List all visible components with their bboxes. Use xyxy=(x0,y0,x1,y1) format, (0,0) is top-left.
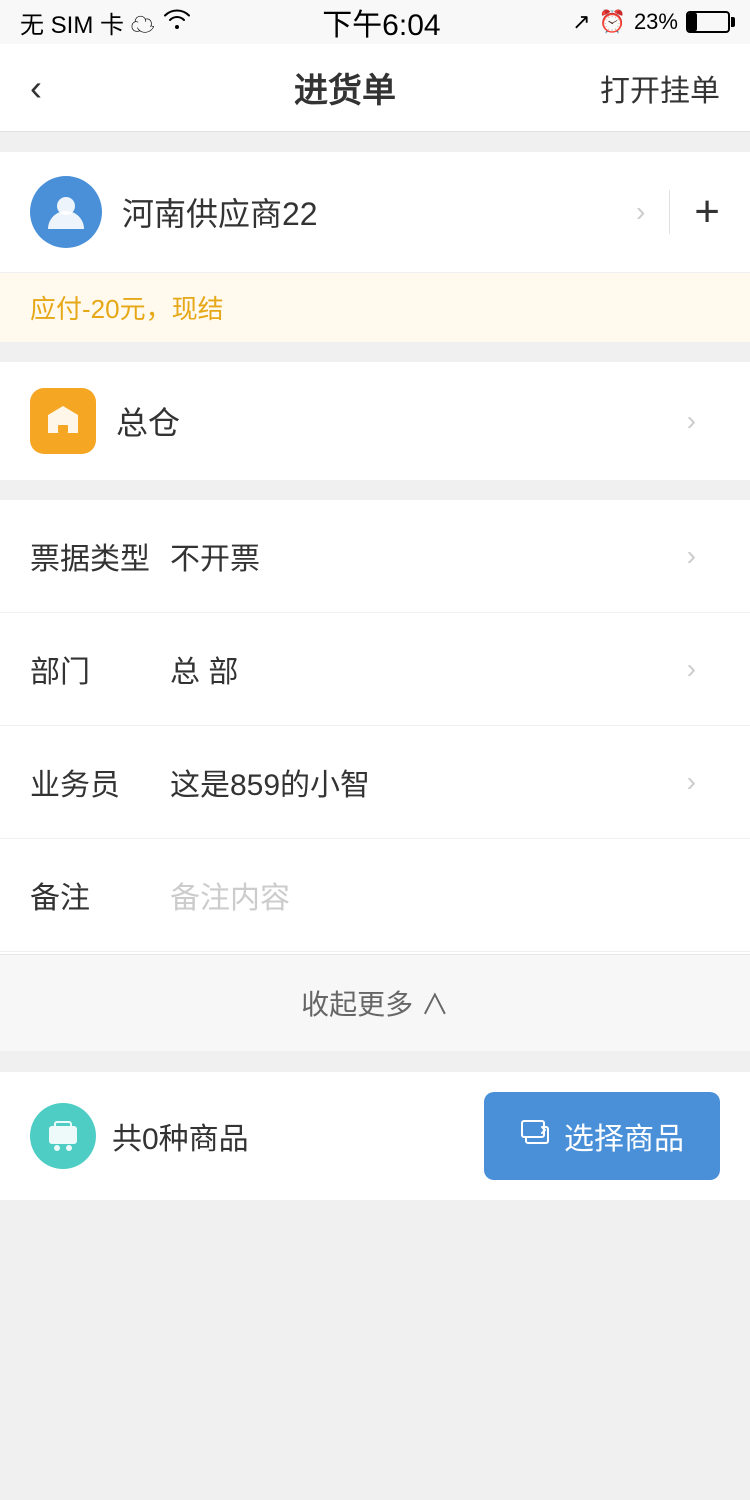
warehouse-icon xyxy=(30,388,96,454)
supplier-name: 河南供应商22 xyxy=(122,189,636,235)
supplier-row[interactable]: 河南供应商22 › + xyxy=(0,152,750,273)
supplier-avatar xyxy=(30,176,102,248)
invoice-type-label: 票据类型 xyxy=(30,534,170,578)
remark-input[interactable]: 备注内容 xyxy=(170,873,720,917)
warehouse-chevron-icon: › xyxy=(687,405,696,437)
remark-label: 备注 xyxy=(30,873,170,917)
notice-text: 应付-20元，现结 xyxy=(30,294,224,324)
page-background xyxy=(0,1200,750,1500)
warehouse-section: 总仓 › xyxy=(0,362,750,480)
salesperson-label: 业务员 xyxy=(30,760,170,804)
products-info: 共0种商品 xyxy=(30,1103,249,1169)
supplier-section: 河南供应商22 › + 应付-20元，现结 xyxy=(0,152,750,342)
salesperson-chevron-icon: › xyxy=(687,766,696,798)
status-bar: 无 SIM 卡 ☁ 下午6:04 ↗ ⏰ 23% xyxy=(0,0,750,44)
supplier-chevron-icon: › xyxy=(636,196,645,228)
divider xyxy=(669,190,670,234)
sim-status: 无 SIM 卡 ☁ xyxy=(20,5,155,40)
select-products-button[interactable]: 选择商品 xyxy=(484,1092,720,1180)
alarm-icon: ⏰ xyxy=(599,9,626,35)
collapse-button[interactable]: 收起更多 ∧ xyxy=(0,954,750,1051)
department-chevron-icon: › xyxy=(687,653,696,685)
salesperson-value: 这是859的小智 xyxy=(170,760,687,804)
status-left: 无 SIM 卡 ☁ xyxy=(20,5,191,40)
department-value: 总 部 xyxy=(170,647,687,691)
status-right: ↗ ⏰ 23% xyxy=(572,9,730,35)
nav-bar: ‹ 进货单 打开挂单 xyxy=(0,44,750,132)
battery-icon xyxy=(686,11,730,33)
bottom-bar: 共0种商品 选择商品 xyxy=(0,1071,750,1200)
warehouse-name: 总仓 xyxy=(116,398,687,444)
invoice-type-value: 不开票 xyxy=(170,534,687,578)
invoice-type-chevron-icon: › xyxy=(687,540,696,572)
product-cart-icon xyxy=(30,1103,96,1169)
page-title: 进货单 xyxy=(294,63,396,112)
department-label: 部门 xyxy=(30,647,170,691)
form-section: 票据类型 不开票 › 部门 总 部 › 业务员 这是859的小智 › 备注 备注… xyxy=(0,500,750,1051)
collapse-label: 收起更多 ∧ xyxy=(301,989,449,1020)
battery-percent: 23% xyxy=(634,9,678,35)
select-btn-label: 选择商品 xyxy=(564,1114,684,1158)
back-button[interactable]: ‹ xyxy=(30,67,90,109)
wifi-icon xyxy=(163,8,191,36)
notice-bar: 应付-20元，现结 xyxy=(0,273,750,342)
invoice-type-row[interactable]: 票据类型 不开票 › xyxy=(0,500,750,613)
status-time: 下午6:04 xyxy=(322,0,440,44)
remark-row[interactable]: 备注 备注内容 xyxy=(0,839,750,952)
select-products-icon xyxy=(520,1119,552,1154)
gap-1 xyxy=(0,132,750,152)
open-pending-button[interactable]: 打开挂单 xyxy=(600,66,720,110)
warehouse-row[interactable]: 总仓 › xyxy=(0,362,750,480)
products-count: 共0种商品 xyxy=(112,1114,249,1158)
salesperson-row[interactable]: 业务员 这是859的小智 › xyxy=(0,726,750,839)
department-row[interactable]: 部门 总 部 › xyxy=(0,613,750,726)
add-supplier-button[interactable]: + xyxy=(694,190,720,234)
location-icon: ↗ xyxy=(572,9,590,35)
